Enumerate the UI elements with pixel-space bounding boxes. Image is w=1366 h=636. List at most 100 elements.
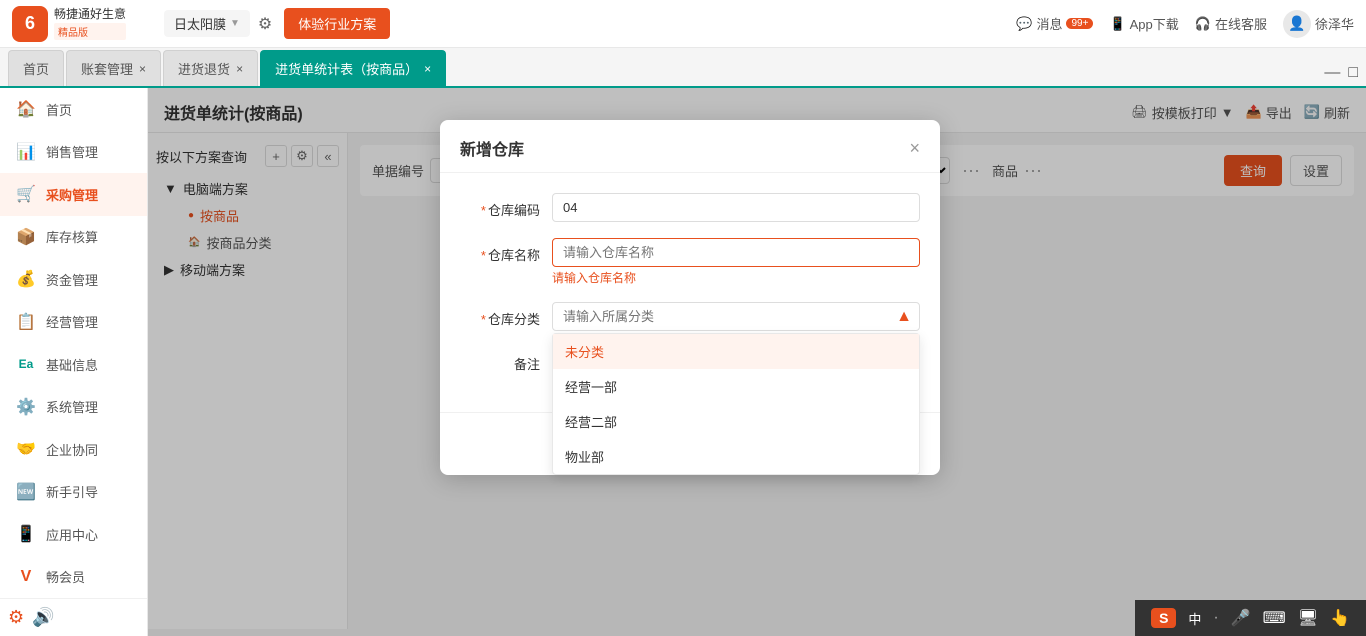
tab-home[interactable]: 首页 bbox=[8, 50, 64, 86]
sidebar-item-home[interactable]: 🏠 首页 bbox=[0, 88, 147, 131]
sidebar-settings-icon[interactable]: ⚙ bbox=[8, 607, 24, 628]
modal-title: 新增仓库 bbox=[460, 136, 524, 160]
chinese-input-icon[interactable]: 中 bbox=[1188, 609, 1201, 628]
logo-title: 畅捷通好生意 bbox=[54, 7, 126, 23]
sidebar-label-enterprise: 企业协同 bbox=[46, 440, 98, 459]
form-row-code: 仓库编码 bbox=[460, 193, 920, 222]
sidebar-item-enterprise[interactable]: 🤝 企业协同 bbox=[0, 428, 147, 471]
store-dropdown-icon: ▼ bbox=[230, 18, 240, 29]
store-name: 日太阳膜 bbox=[174, 14, 226, 33]
trial-button[interactable]: 体验行业方案 bbox=[284, 8, 390, 39]
sidebar: 🏠 首页 📊 销售管理 🛒 采购管理 📦 库存核算 💰 资金管理 📋 经营管理 … bbox=[0, 88, 148, 636]
name-input[interactable] bbox=[552, 238, 920, 267]
purchase-icon: 🛒 bbox=[16, 184, 36, 204]
sidebar-label-basic: 基础信息 bbox=[46, 355, 98, 374]
category-label: 仓库分类 bbox=[460, 302, 540, 328]
code-label: 仓库编码 bbox=[460, 193, 540, 219]
sidebar-label-business: 经营管理 bbox=[46, 312, 98, 331]
basic-icon: Ea bbox=[16, 354, 36, 374]
logo: 6 畅捷通好生意 精品版 bbox=[12, 6, 160, 42]
dropdown-arrow-icon: ▲ bbox=[896, 308, 912, 326]
tab-statistics[interactable]: 进货单统计表（按商品） × bbox=[260, 50, 446, 86]
dropdown-option-dept2[interactable]: 经营二部 bbox=[553, 404, 919, 439]
tab-minimize-icon[interactable]: — bbox=[1324, 64, 1340, 82]
tab-home-label: 首页 bbox=[23, 59, 49, 78]
avatar: 👤 bbox=[1283, 10, 1311, 38]
name-field: 请输入仓库名称 bbox=[552, 238, 920, 286]
system-icon: ⚙️ bbox=[16, 397, 36, 417]
sidebar-label-home: 首页 bbox=[46, 100, 72, 119]
dropdown-option-unclassified[interactable]: 未分类 bbox=[553, 334, 919, 369]
settings-icon[interactable]: ⚙ bbox=[258, 14, 272, 34]
code-input[interactable] bbox=[552, 193, 920, 222]
bottom-bar: S 中 · 🎤 ⌨ 🖥 👆 bbox=[1135, 600, 1366, 636]
tab-statistics-label: 进货单统计表（按商品） bbox=[275, 59, 418, 78]
message-icon: 💬 bbox=[1016, 16, 1032, 32]
tab-returns-close-icon[interactable]: × bbox=[236, 62, 243, 76]
tab-returns-label: 进货退货 bbox=[178, 59, 230, 78]
sidebar-label-finance: 资金管理 bbox=[46, 270, 98, 289]
dot-icon: · bbox=[1213, 609, 1218, 627]
store-selector[interactable]: 日太阳膜 ▼ bbox=[164, 10, 250, 37]
sidebar-item-guide[interactable]: 🆕 新手引导 bbox=[0, 471, 147, 514]
sidebar-bottom: ⚙ 🔊 bbox=[0, 598, 147, 636]
mic-icon[interactable]: 🎤 bbox=[1231, 608, 1251, 628]
name-label: 仓库名称 bbox=[460, 238, 540, 264]
sougou-logo: S bbox=[1151, 608, 1176, 628]
user-name: 徐泽华 bbox=[1315, 14, 1354, 33]
sidebar-item-purchase[interactable]: 🛒 采购管理 bbox=[0, 173, 147, 216]
code-field bbox=[552, 193, 920, 222]
new-warehouse-modal: 新增仓库 × 仓库编码 仓库名称 请输入仓库名称 仓库分类 ▲ bbox=[440, 120, 940, 475]
modal-close-icon[interactable]: × bbox=[909, 138, 920, 159]
keyboard-icon[interactable]: ⌨ bbox=[1263, 608, 1286, 628]
logo-icon: 6 bbox=[12, 6, 48, 42]
sidebar-label-system: 系统管理 bbox=[46, 397, 98, 416]
sidebar-label-apps: 应用中心 bbox=[46, 525, 98, 544]
sidebar-item-apps[interactable]: 📱 应用中心 bbox=[0, 513, 147, 556]
sidebar-item-vip[interactable]: V 畅会员 bbox=[0, 556, 147, 599]
tab-maximize-icon[interactable]: □ bbox=[1348, 64, 1358, 82]
sidebar-label-sales: 销售管理 bbox=[46, 142, 98, 161]
note-label: 备注 bbox=[460, 347, 540, 373]
sidebar-item-sales[interactable]: 📊 销售管理 bbox=[0, 131, 147, 174]
sidebar-label-inventory: 库存核算 bbox=[46, 227, 98, 246]
dropdown-option-property[interactable]: 物业部 bbox=[553, 439, 919, 474]
sidebar-speaker-icon[interactable]: 🔊 bbox=[32, 607, 54, 628]
finance-icon: 💰 bbox=[16, 269, 36, 289]
message-item[interactable]: 💬 消息 99+ bbox=[1016, 14, 1093, 33]
form-row-category: 仓库分类 ▲ 未分类 经营一部 经营二部 物业部 bbox=[460, 302, 920, 331]
sidebar-item-inventory[interactable]: 📦 库存核算 bbox=[0, 216, 147, 259]
monitor-icon[interactable]: 🖥 bbox=[1298, 608, 1318, 628]
category-input[interactable] bbox=[552, 302, 920, 331]
sidebar-item-system[interactable]: ⚙️ 系统管理 bbox=[0, 386, 147, 429]
tab-account[interactable]: 账套管理 × bbox=[66, 50, 161, 86]
apps-icon: 📱 bbox=[16, 524, 36, 544]
service-item[interactable]: 🎧 在线客服 bbox=[1195, 14, 1267, 33]
dropdown-option-dept1[interactable]: 经营一部 bbox=[553, 369, 919, 404]
app-icon: 📱 bbox=[1109, 16, 1125, 32]
sales-icon: 📊 bbox=[16, 142, 36, 162]
home-icon: 🏠 bbox=[16, 99, 36, 119]
tab-bar: 首页 账套管理 × 进货退货 × 进货单统计表（按商品） × — □ bbox=[0, 48, 1366, 88]
guide-icon: 🆕 bbox=[16, 482, 36, 502]
hand-icon[interactable]: 👆 bbox=[1330, 608, 1350, 628]
business-icon: 📋 bbox=[16, 312, 36, 332]
top-bar: 6 畅捷通好生意 精品版 日太阳膜 ▼ ⚙ 体验行业方案 💬 消息 99+ 📱 … bbox=[0, 0, 1366, 48]
service-label: 在线客服 bbox=[1215, 14, 1267, 33]
sidebar-item-business[interactable]: 📋 经营管理 bbox=[0, 301, 147, 344]
sidebar-item-basic[interactable]: Ea 基础信息 bbox=[0, 343, 147, 386]
sidebar-item-finance[interactable]: 💰 资金管理 bbox=[0, 258, 147, 301]
app-download-item[interactable]: 📱 App下载 bbox=[1109, 14, 1178, 33]
sidebar-label-purchase: 采购管理 bbox=[46, 185, 98, 204]
tab-account-close-icon[interactable]: × bbox=[139, 62, 146, 76]
message-badge: 99+ bbox=[1066, 18, 1093, 29]
inventory-icon: 📦 bbox=[16, 227, 36, 247]
tab-account-label: 账套管理 bbox=[81, 59, 133, 78]
form-row-name: 仓库名称 请输入仓库名称 bbox=[460, 238, 920, 286]
tab-returns[interactable]: 进货退货 × bbox=[163, 50, 258, 86]
user-item[interactable]: 👤 徐泽华 bbox=[1283, 10, 1354, 38]
tab-statistics-close-icon[interactable]: × bbox=[424, 62, 431, 76]
top-bar-right: 💬 消息 99+ 📱 App下载 🎧 在线客服 👤 徐泽华 bbox=[1016, 10, 1354, 38]
name-error-msg: 请输入仓库名称 bbox=[552, 269, 920, 286]
category-dropdown-menu: 未分类 经营一部 经营二部 物业部 bbox=[552, 333, 920, 475]
